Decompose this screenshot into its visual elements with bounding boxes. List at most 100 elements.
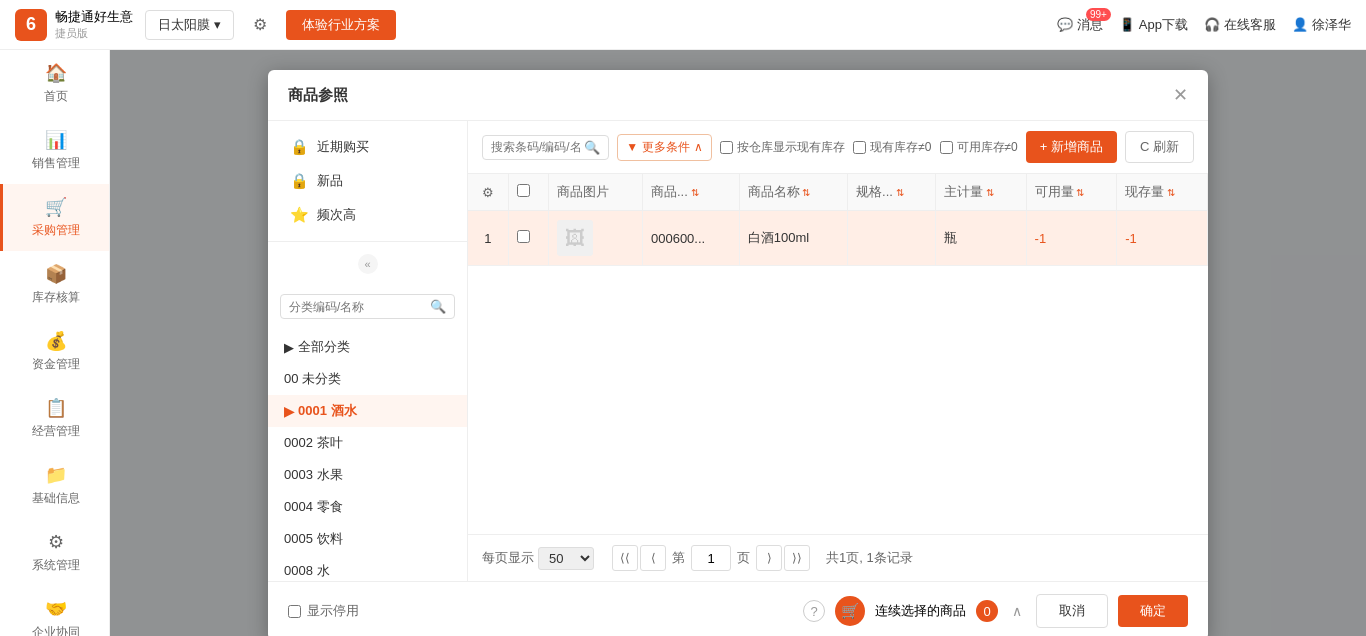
th-code[interactable]: 商品... bbox=[642, 174, 739, 211]
product-search-input[interactable] bbox=[491, 140, 580, 154]
app-download-button[interactable]: 📱 App下载 bbox=[1119, 16, 1188, 34]
refresh-button[interactable]: C 刷新 bbox=[1125, 131, 1194, 163]
th-name[interactable]: 商品名称 bbox=[739, 174, 847, 211]
th-settings[interactable]: ⚙ bbox=[468, 174, 508, 211]
sales-icon: 📊 bbox=[45, 129, 67, 151]
star-icon: ⭐ bbox=[290, 206, 309, 224]
sidebar-item-purchase[interactable]: 🛒 采购管理 bbox=[0, 184, 109, 251]
user-name: 徐泽华 bbox=[1312, 16, 1351, 34]
settings-button[interactable]: ⚙ bbox=[244, 9, 276, 41]
messages-button[interactable]: 💬 消息 99+ bbox=[1057, 16, 1103, 34]
user-menu[interactable]: 👤 徐泽华 bbox=[1292, 16, 1351, 34]
cat-tea[interactable]: 0002 茶叶 bbox=[268, 427, 467, 459]
page-last-button[interactable]: ⟩⟩ bbox=[784, 545, 810, 571]
cat-all[interactable]: ▶ 全部分类 bbox=[268, 331, 467, 363]
cat-label-uncategorized: 00 未分类 bbox=[284, 370, 341, 388]
checkbox-stock-neq0[interactable]: 现有库存≠0 bbox=[853, 139, 931, 156]
page-prev-button[interactable]: ⟨ bbox=[640, 545, 666, 571]
row-unit: 瓶 bbox=[935, 211, 1026, 266]
messages-badge: 99+ bbox=[1086, 8, 1111, 21]
sidebar-item-inventory[interactable]: 📦 库存核算 bbox=[0, 251, 109, 318]
product-table: ⚙ 商品图片 商品... 商品名称 规格... 主计量 可用量 现存量 bbox=[468, 174, 1208, 266]
per-page-dropdown[interactable]: 50 100 bbox=[538, 547, 594, 570]
cat-snack[interactable]: 0004 零食 bbox=[268, 491, 467, 523]
sidebar-item-collab[interactable]: 🤝 企业协同 bbox=[0, 586, 109, 636]
table-row[interactable]: 1 🖼 000600... 白酒100ml 瓶 bbox=[468, 211, 1208, 266]
sidebar: 🏠 首页 📊 销售管理 🛒 采购管理 📦 库存核算 💰 资金管理 📋 经营管理 … bbox=[0, 50, 110, 636]
row-checkbox-input[interactable] bbox=[517, 230, 530, 243]
search-icon: 🔍 bbox=[430, 299, 446, 314]
product-search-wrap[interactable]: 🔍 bbox=[482, 135, 609, 160]
select-all-checkbox[interactable] bbox=[517, 184, 530, 197]
page-next-button[interactable]: ⟩ bbox=[756, 545, 782, 571]
cat-fruit[interactable]: 0003 水果 bbox=[268, 459, 467, 491]
checkbox-stock-neq0-input[interactable] bbox=[853, 141, 866, 154]
online-service-button[interactable]: 🎧 在线客服 bbox=[1204, 16, 1276, 34]
th-available[interactable]: 可用量 bbox=[1026, 174, 1117, 211]
th-stock[interactable]: 现存量 bbox=[1117, 174, 1208, 211]
th-checkbox[interactable] bbox=[508, 174, 549, 211]
topbar-right: 💬 消息 99+ 📱 App下载 🎧 在线客服 👤 徐泽华 bbox=[1057, 16, 1351, 34]
mgmt-icon: 📋 bbox=[45, 397, 67, 419]
info-icon: 📁 bbox=[45, 464, 67, 486]
sidebar-item-system[interactable]: ⚙ 系统管理 bbox=[0, 519, 109, 586]
sidebar-item-management[interactable]: 📋 经营管理 bbox=[0, 385, 109, 452]
modal-title: 商品参照 bbox=[288, 86, 348, 105]
category-search-input[interactable] bbox=[289, 300, 426, 314]
store-select[interactable]: 日太阳膜 ▾ bbox=[145, 10, 234, 40]
page-total-info: 共1页, 1条记录 bbox=[826, 549, 913, 567]
page-first-button[interactable]: ⟨⟨ bbox=[612, 545, 638, 571]
filter-btn-label: 更多条件 bbox=[642, 139, 690, 156]
row-stock: -1 bbox=[1117, 211, 1208, 266]
category-search-box[interactable]: 🔍 bbox=[280, 294, 455, 319]
checkbox-avail-neq0-label: 可用库存≠0 bbox=[957, 139, 1018, 156]
modal-footer: 显示停用 ? 🛒 连续选择的商品 0 ∧ 取消 确定 bbox=[268, 581, 1208, 636]
collapse-button[interactable]: « bbox=[358, 254, 378, 274]
cat-label-snack: 0004 零食 bbox=[284, 498, 343, 516]
tab-new-label: 新品 bbox=[317, 172, 343, 190]
checkbox-avail-neq0-input[interactable] bbox=[940, 141, 953, 154]
sidebar-label-home: 首页 bbox=[44, 88, 68, 105]
right-panel: 🔍 ▼ 更多条件 ∧ 按仓库显示现有库存 bbox=[468, 121, 1208, 581]
cat-water[interactable]: 0008 水 bbox=[268, 555, 467, 581]
sidebar-item-finance[interactable]: 💰 资金管理 bbox=[0, 318, 109, 385]
row-image: 🖼 bbox=[549, 211, 643, 266]
cart-label: 连续选择的商品 bbox=[875, 602, 966, 620]
show-disabled-input[interactable] bbox=[288, 605, 301, 618]
cat-label-beverage: 0005 饮料 bbox=[284, 530, 343, 548]
app-icon: 📱 bbox=[1119, 17, 1135, 32]
checkbox-show-stock[interactable]: 按仓库显示现有库存 bbox=[720, 139, 845, 156]
th-spec[interactable]: 规格... bbox=[848, 174, 936, 211]
tab-new-product[interactable]: 🔒 新品 bbox=[280, 165, 455, 197]
product-reference-modal: 商品参照 ✕ 🔒 近期购买 🔒 bbox=[268, 70, 1208, 636]
footer-collapse-button[interactable]: ∧ bbox=[1008, 599, 1026, 623]
modal-header: 商品参照 ✕ bbox=[268, 70, 1208, 121]
show-disabled-checkbox[interactable]: 显示停用 bbox=[288, 602, 359, 620]
th-unit[interactable]: 主计量 bbox=[935, 174, 1026, 211]
confirm-button[interactable]: 确定 bbox=[1118, 595, 1188, 627]
logo-label: 畅捷通好生意 bbox=[55, 8, 133, 26]
more-filters-button[interactable]: ▼ 更多条件 ∧ bbox=[617, 134, 712, 161]
per-page-select[interactable]: 每页显示 50 100 bbox=[482, 547, 594, 570]
sidebar-item-home[interactable]: 🏠 首页 bbox=[0, 50, 109, 117]
page-number-input[interactable] bbox=[691, 545, 731, 571]
purchase-icon: 🛒 bbox=[45, 196, 67, 218]
tab-frequent[interactable]: ⭐ 频次高 bbox=[280, 199, 455, 231]
main-layout: 🏠 首页 📊 销售管理 🛒 采购管理 📦 库存核算 💰 资金管理 📋 经营管理 … bbox=[0, 50, 1366, 636]
sidebar-item-basic-info[interactable]: 📁 基础信息 bbox=[0, 452, 109, 519]
tab-recent-purchase[interactable]: 🔒 近期购买 bbox=[280, 131, 455, 163]
sidebar-item-sales[interactable]: 📊 销售管理 bbox=[0, 117, 109, 184]
help-icon[interactable]: ? bbox=[803, 600, 825, 622]
row-checkbox[interactable] bbox=[508, 211, 549, 266]
logo-icon: 6 bbox=[15, 9, 47, 41]
checkbox-avail-neq0[interactable]: 可用库存≠0 bbox=[940, 139, 1018, 156]
modal-close-button[interactable]: ✕ bbox=[1173, 84, 1188, 106]
checkbox-stock-input[interactable] bbox=[720, 141, 733, 154]
add-product-button[interactable]: + 新增商品 bbox=[1026, 131, 1117, 163]
topbar: 6 畅捷通好生意 捷员版 日太阳膜 ▾ ⚙ 体验行业方案 💬 消息 99+ 📱 … bbox=[0, 0, 1366, 50]
cat-beverage[interactable]: 0005 饮料 bbox=[268, 523, 467, 555]
try-industry-button[interactable]: 体验行业方案 bbox=[286, 10, 396, 40]
cancel-button[interactable]: 取消 bbox=[1036, 594, 1108, 628]
cat-liquor[interactable]: ▶ 0001 酒水 bbox=[268, 395, 467, 427]
cat-uncategorized[interactable]: 00 未分类 bbox=[268, 363, 467, 395]
